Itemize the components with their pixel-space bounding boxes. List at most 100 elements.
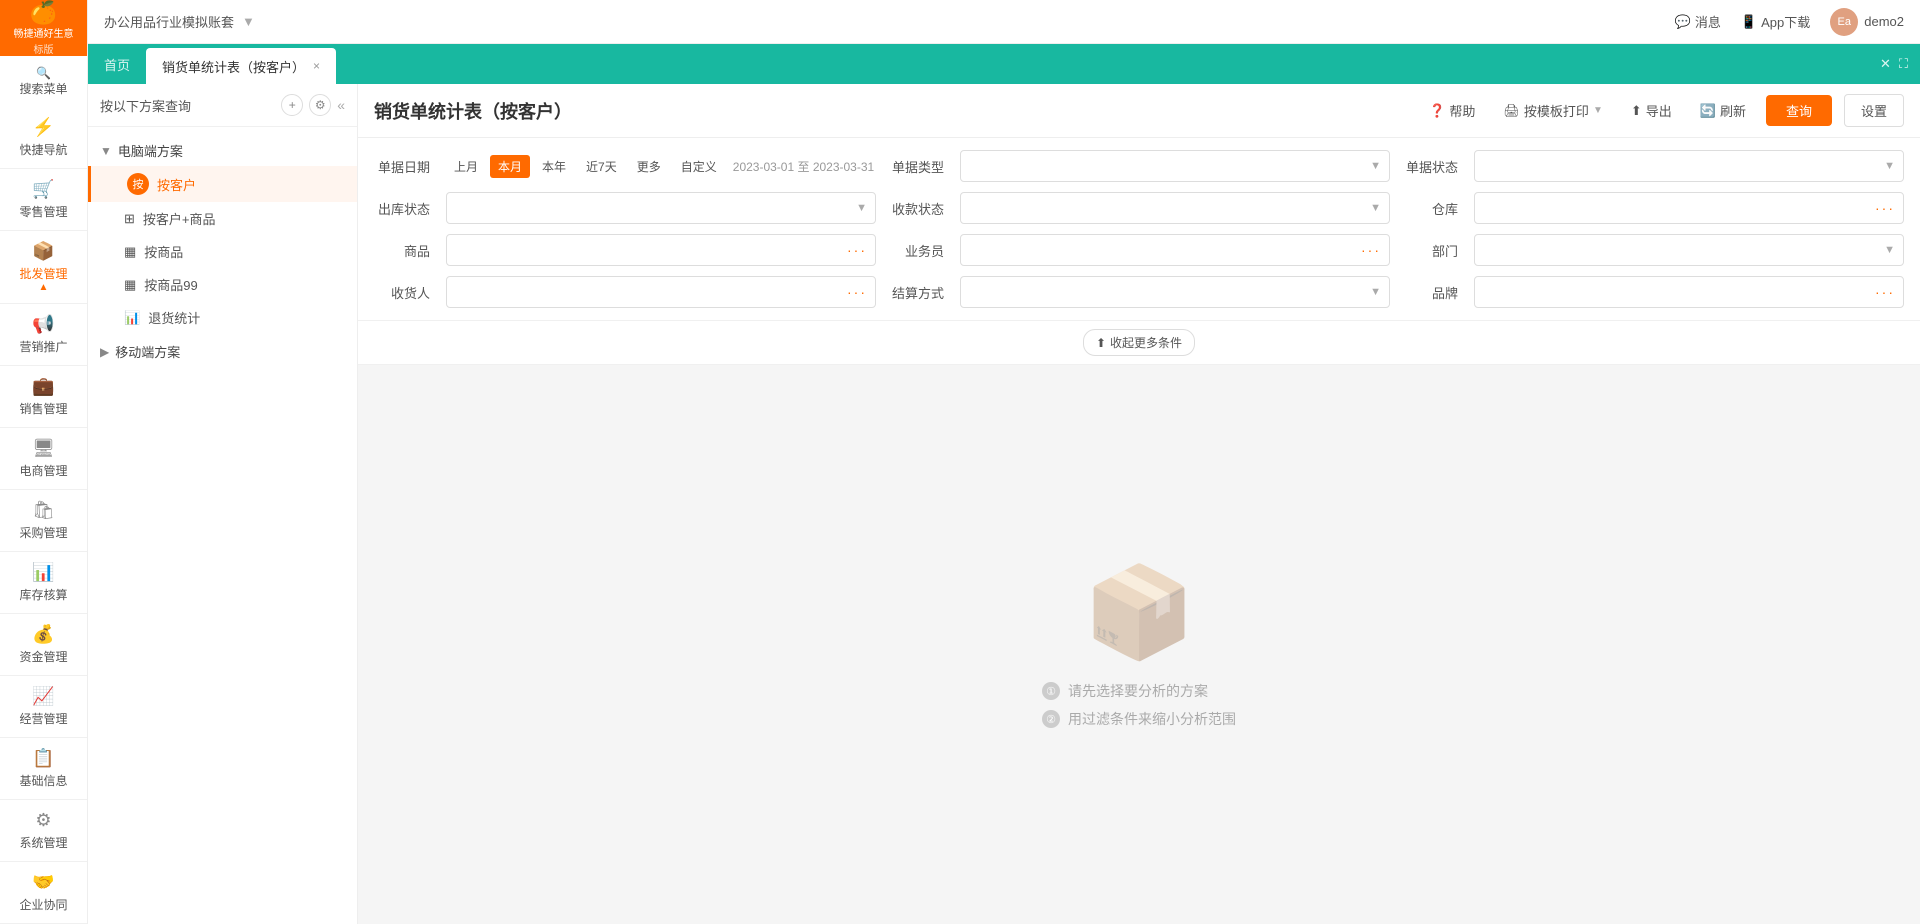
export-icon: ⬆ (1631, 103, 1642, 119)
sidebar-item-purchase[interactable]: 🛍 采购管理 (0, 490, 88, 552)
salesperson-dots[interactable]: ··· (1361, 242, 1381, 258)
sidebar-label-purchase: 采购管理 (19, 524, 67, 541)
app-logo[interactable]: 🍊 畅捷通好生意 标版 (0, 0, 88, 56)
by-product-icon: ▦ (124, 244, 136, 260)
template-print-btn[interactable]: 🖨 按模板打印 ▼ (1495, 97, 1610, 124)
tab-close-icon[interactable]: × (313, 59, 320, 73)
doc-type-select[interactable]: ▼ (960, 150, 1390, 182)
sidebar-label-ecom: 电商管理 (19, 462, 67, 479)
active-tab-label: 销货单统计表（按客户） (162, 57, 305, 76)
maximize-icon[interactable]: ⛶ (1899, 56, 1908, 72)
sidebar-item-sales[interactable]: 💼 销售管理 (0, 366, 88, 428)
mobile-group-expand-icon: ▶ (100, 345, 109, 359)
app-download-btn[interactable]: 📱 App下载 (1741, 12, 1810, 31)
collapse-filters-btn[interactable]: ⬆ 收起更多条件 (1083, 329, 1195, 356)
empty-tip-2: ② 用过滤条件来缩小分析范围 (1042, 709, 1236, 729)
date-btn-7days[interactable]: 近7天 (578, 155, 625, 178)
receiver-dots[interactable]: ··· (847, 284, 867, 300)
tab-sales-stats[interactable]: 销货单统计表（按客户） × (146, 48, 336, 84)
add-scheme-btn[interactable]: + (281, 94, 303, 116)
filter-settlement: 结算方式 ▼ (888, 276, 1390, 308)
date-btn-this-month[interactable]: 本月 (490, 155, 530, 178)
sidebar-item-ecom[interactable]: 🖥 电商管理 (0, 428, 88, 490)
brand-dots[interactable]: ··· (1875, 284, 1895, 300)
desktop-group-header[interactable]: ▼ 电脑端方案 (88, 135, 357, 166)
scheme-tree: ▼ 电脑端方案 按 按客户 ⊞ 按客户+商品 ▦ 按商品 (88, 127, 357, 377)
export-label: 导出 (1646, 101, 1672, 120)
panel-collapse-btn[interactable]: « (337, 97, 345, 113)
date-range-display: 2023-03-01 至 2023-03-31 (733, 158, 874, 175)
left-panel-title: 按以下方案查询 (100, 96, 191, 115)
date-btn-this-year[interactable]: 本年 (534, 155, 574, 178)
desktop-group-expand-icon: ▼ (100, 144, 112, 158)
close-window-icon[interactable]: ✕ (1880, 56, 1891, 72)
collapse-bar: ⬆ 收起更多条件 (358, 321, 1920, 365)
scheme-by-customer-product[interactable]: ⊞ 按客户+商品 (88, 202, 357, 235)
scheme-return-stats[interactable]: 📊 退货统计 (88, 301, 357, 334)
product-input[interactable]: ··· (446, 234, 876, 266)
settings-button[interactable]: 设置 (1844, 94, 1904, 127)
department-label: 部门 (1402, 241, 1458, 260)
settlement-select[interactable]: ▼ (960, 276, 1390, 308)
department-select[interactable]: ▼ (1474, 234, 1904, 266)
sidebar-label-inventory: 库存核算 (19, 586, 67, 603)
sidebar-item-marketing[interactable]: 📢 营销推广 (0, 304, 88, 366)
messages-btn[interactable]: 💬 消息 (1675, 12, 1721, 31)
active-scheme-dot: 按 (127, 173, 149, 195)
warehouse-dots[interactable]: ··· (1875, 200, 1895, 216)
receiver-input[interactable]: ··· (446, 276, 876, 308)
scheme-by-product-99[interactable]: ▦ 按商品99 (88, 268, 357, 301)
refresh-btn[interactable]: 🔄 刷新 (1692, 97, 1754, 124)
breadcrumb-arrow-icon: ▼ (242, 14, 255, 29)
doc-status-select[interactable]: ▼ (1474, 150, 1904, 182)
sidebar-item-wholesale[interactable]: 📦 批发管理 ▲ (0, 231, 88, 304)
salesperson-label: 业务员 (888, 241, 944, 260)
scheme-settings-btn[interactable]: ⚙ (309, 94, 331, 116)
filter-doc-type: 单据类型 ▼ (888, 150, 1390, 182)
date-btn-last-month[interactable]: 上月 (446, 155, 486, 178)
sidebar-label-search: 搜索菜单 (19, 80, 67, 97)
export-btn[interactable]: ⬆ 导出 (1623, 97, 1680, 124)
sidebar-item-search[interactable]: 🔍 搜索菜单 (0, 56, 88, 107)
tab-home[interactable]: 首页 (88, 44, 146, 84)
user-name: demo2 (1864, 14, 1904, 29)
empty-illustration: 📦 (1083, 560, 1195, 665)
scheme-by-product[interactable]: ▦ 按商品 (88, 235, 357, 268)
sidebar-label-operation: 经营管理 (19, 710, 67, 727)
help-btn[interactable]: ❓ 帮助 (1421, 97, 1483, 124)
scheme-by-customer[interactable]: 按 按客户 (88, 166, 357, 202)
avatar-text: Ea (1838, 16, 1851, 28)
department-arrow-icon: ▼ (1884, 244, 1895, 256)
product-dots[interactable]: ··· (847, 242, 867, 258)
tab-bar: 首页 销货单统计表（按客户） × ✕ ⛶ (88, 44, 1920, 84)
customer-product-icon: ⊞ (124, 211, 135, 227)
page-header-actions: ❓ 帮助 🖨 按模板打印 ▼ ⬆ 导出 🔄 刷新 (1421, 94, 1904, 127)
date-btn-more[interactable]: 更多 (629, 155, 669, 178)
date-btn-custom[interactable]: 自定义 (673, 155, 725, 178)
sidebar: 🍊 畅捷通好生意 标版 🔍 搜索菜单 ⚡ 快捷导航 🛒 零售管理 📦 批发管理 … (0, 0, 88, 924)
salesperson-input[interactable]: ··· (960, 234, 1390, 266)
sidebar-label-wholesale: 批发管理 (19, 265, 67, 282)
tip-2-num: ② (1042, 710, 1060, 728)
sidebar-item-inventory[interactable]: 📊 库存核算 (0, 552, 88, 614)
mobile-group-header[interactable]: ▶ 移动端方案 (88, 336, 357, 367)
sidebar-item-enterprise[interactable]: 🤝 企业协同 (0, 862, 88, 924)
sidebar-item-basic[interactable]: 📋 基础信息 (0, 738, 88, 800)
tip-2-text: 用过滤条件来缩小分析范围 (1068, 709, 1236, 729)
payment-status-select[interactable]: ▼ (960, 192, 1390, 224)
user-profile-btn[interactable]: Ea demo2 (1830, 8, 1904, 36)
query-button[interactable]: 查询 (1766, 95, 1832, 126)
sidebar-item-finance[interactable]: 💰 资金管理 (0, 614, 88, 676)
sidebar-item-retail[interactable]: 🛒 零售管理 (0, 169, 88, 231)
brand-input[interactable]: ··· (1474, 276, 1904, 308)
sidebar-item-system[interactable]: ⚙ 系统管理 (0, 800, 88, 862)
enterprise-icon: 🤝 (32, 872, 54, 893)
refresh-icon: 🔄 (1700, 103, 1716, 119)
sidebar-item-operation[interactable]: 📈 经营管理 (0, 676, 88, 738)
template-print-label: 按模板打印 (1524, 101, 1589, 120)
sidebar-item-quick-nav[interactable]: ⚡ 快捷导航 (0, 107, 88, 169)
warehouse-input[interactable]: ··· (1474, 192, 1904, 224)
out-status-label: 出库状态 (374, 199, 430, 218)
out-status-select[interactable]: ▼ (446, 192, 876, 224)
filter-department: 部门 ▼ (1402, 234, 1904, 266)
